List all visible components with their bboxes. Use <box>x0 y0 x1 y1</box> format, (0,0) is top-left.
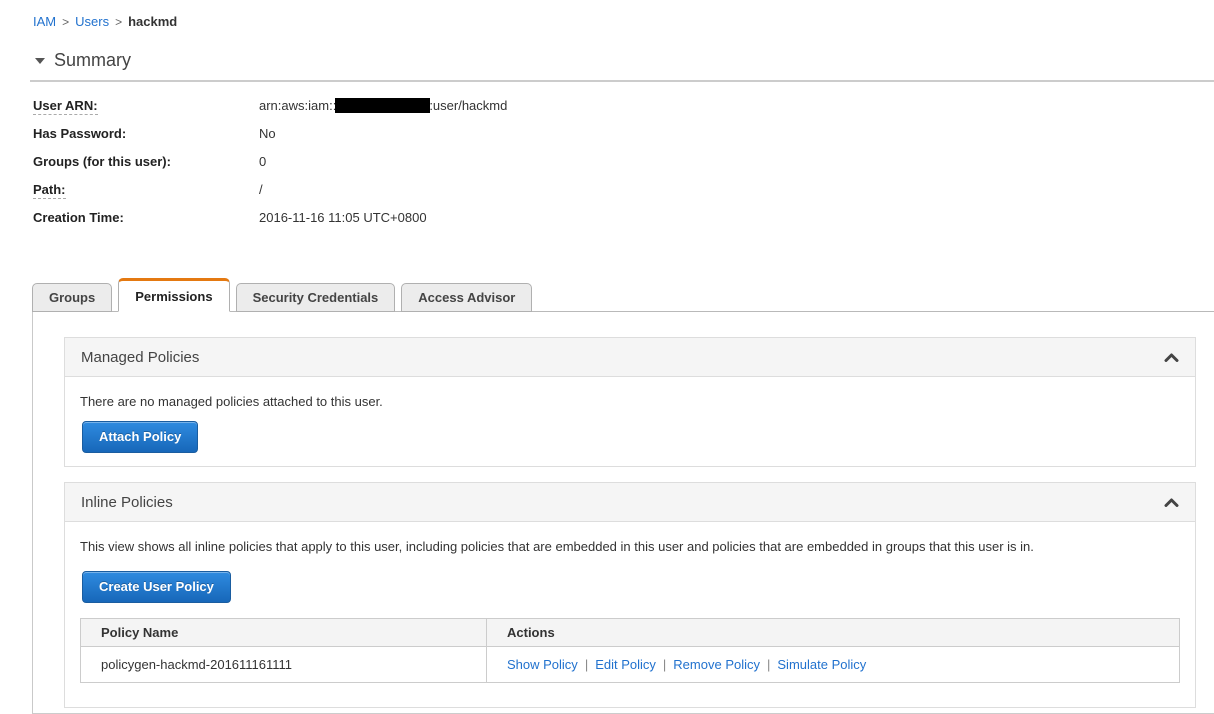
breadcrumb-separator: > <box>115 15 123 29</box>
action-separator: | <box>767 657 771 672</box>
inline-policies-body: This view shows all inline policies that… <box>65 539 1195 707</box>
attach-policy-button[interactable]: Attach Policy <box>82 421 199 453</box>
inline-policies-description: This view shows all inline policies that… <box>80 539 1034 554</box>
managed-policies-empty-message: There are no managed policies attached t… <box>80 394 383 409</box>
create-user-policy-button[interactable]: Create User Policy <box>82 571 231 603</box>
field-value-user-arn: arn:aws:iam:::user/hackmd <box>259 98 508 113</box>
inline-policies-header[interactable]: Inline Policies <box>65 483 1195 522</box>
tab-bar: Groups Permissions Security Credentials … <box>32 278 1214 312</box>
action-separator: | <box>584 657 589 672</box>
simulate-policy-link[interactable]: Simulate Policy <box>777 657 866 672</box>
field-row-creation-time: Creation Time: 2016-11-16 11:05 UTC+0800 <box>33 210 1214 238</box>
breadcrumb-link-users[interactable]: Users <box>75 14 109 29</box>
field-row-has-password: Has Password: No <box>33 126 1214 154</box>
column-header-policy-name: Policy Name <box>80 618 487 647</box>
field-label-has-password: Has Password: <box>33 126 127 141</box>
inline-policies-table: Policy Name Actions policygen-hackmd-201… <box>80 618 1180 683</box>
summary-fields: User ARN: arn:aws:iam:::user/hackmd Has … <box>33 98 1214 238</box>
tab-permissions[interactable]: Permissions <box>118 278 230 312</box>
managed-policies-body: There are no managed policies attached t… <box>65 394 1195 466</box>
summary-section-header[interactable]: Summary <box>35 50 1214 71</box>
breadcrumb-link-iam[interactable]: IAM <box>33 14 56 29</box>
remove-policy-link[interactable]: Remove Policy <box>673 657 760 672</box>
inline-policies-title: Inline Policies <box>81 494 173 511</box>
policy-name-cell: policygen-hackmd-201611161111 <box>80 646 487 683</box>
field-row-user-arn: User ARN: arn:aws:iam:::user/hackmd <box>33 98 1214 126</box>
redacted-account-id <box>335 98 431 113</box>
field-label-user-arn: User ARN: <box>33 98 98 115</box>
chevron-up-icon[interactable] <box>1164 353 1179 362</box>
field-row-path: Path: / <box>33 182 1214 210</box>
collapse-triangle-icon <box>35 57 45 64</box>
field-value-has-password: No <box>259 126 276 141</box>
tab-groups[interactable]: Groups <box>32 283 113 312</box>
field-value-groups: 0 <box>259 154 267 169</box>
managed-policies-header[interactable]: Managed Policies <box>65 338 1195 377</box>
table-row: policygen-hackmd-201611161111 Show Polic… <box>80 646 1180 683</box>
managed-policies-section: Managed Policies There are no managed po… <box>64 337 1196 467</box>
breadcrumb: IAM > Users > hackmd <box>0 0 1214 29</box>
tab-access-advisor[interactable]: Access Advisor <box>401 283 533 312</box>
field-value-path: / <box>259 182 263 197</box>
inline-policies-section: Inline Policies This view shows all inli… <box>64 482 1196 708</box>
action-separator: | <box>662 657 667 672</box>
policy-actions-cell: Show Policy | Edit Policy | Remove Policy | Si… <box>486 646 1180 683</box>
permissions-tab-panel: Managed Policies There are no managed po… <box>32 311 1214 714</box>
field-label-path: Path: <box>33 182 66 199</box>
show-policy-link[interactable]: Show Policy <box>507 657 578 672</box>
managed-policies-title: Managed Policies <box>81 349 200 366</box>
chevron-up-icon[interactable] <box>1164 498 1179 507</box>
field-value-creation-time: 2016-11-16 11:05 UTC+0800 <box>259 210 427 225</box>
breadcrumb-separator: > <box>62 15 70 29</box>
field-label-creation-time: Creation Time: <box>33 210 124 225</box>
edit-policy-link[interactable]: Edit Policy <box>595 657 656 672</box>
summary-divider <box>30 80 1214 82</box>
column-header-actions: Actions <box>486 618 1180 647</box>
tab-security-credentials[interactable]: Security Credentials <box>235 283 396 312</box>
table-header-row: Policy Name Actions <box>80 618 1180 647</box>
field-label-groups: Groups (for this user): <box>33 154 171 169</box>
field-row-groups: Groups (for this user): 0 <box>33 154 1214 182</box>
summary-title: Summary <box>54 50 132 70</box>
breadcrumb-current-user: hackmd <box>128 14 178 29</box>
